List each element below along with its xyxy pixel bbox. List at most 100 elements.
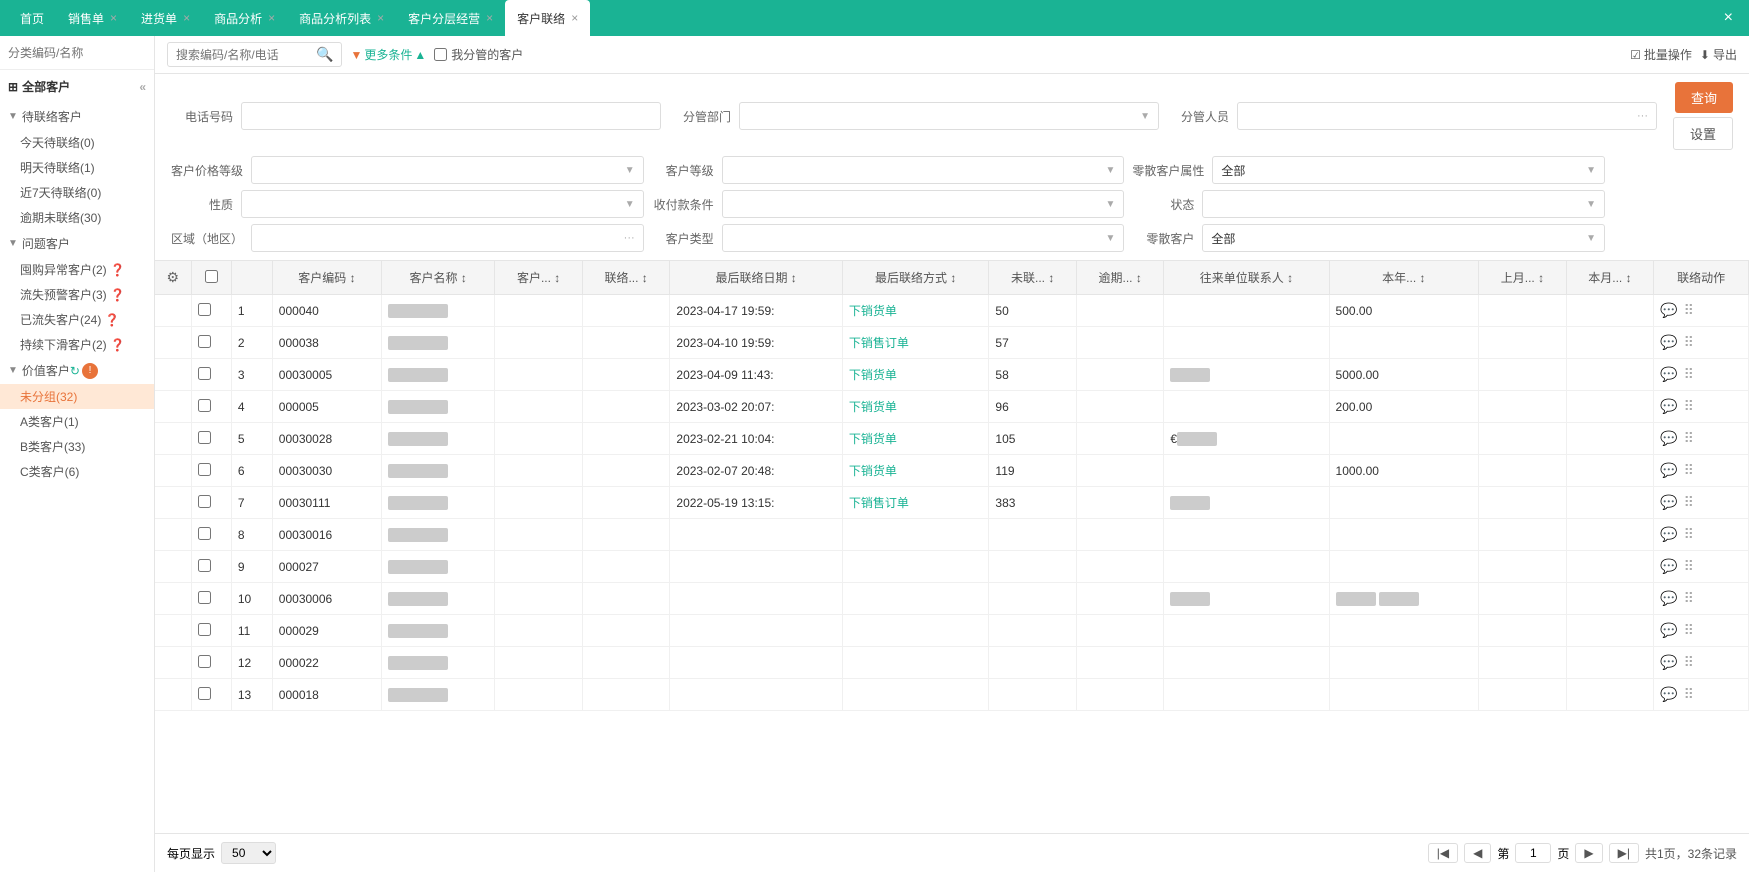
customer-grade-select[interactable]: ▼	[722, 156, 1125, 184]
col-last-month-header[interactable]: 上月... ↕	[1479, 261, 1567, 295]
payment-select[interactable]: ▼	[722, 190, 1125, 218]
col-overdue-header[interactable]: 逾期... ↕	[1076, 261, 1164, 295]
chat-icon[interactable]: 💬	[1660, 462, 1677, 479]
chat-icon[interactable]: 💬	[1660, 494, 1677, 511]
col-type-header[interactable]: 客户... ↕	[495, 261, 583, 295]
col-this-month-header[interactable]: 本月... ↕	[1566, 261, 1654, 295]
chat-icon[interactable]: 💬	[1660, 302, 1677, 319]
customer-type-select[interactable]: ▼	[722, 224, 1125, 252]
chat-icon[interactable]: 💬	[1660, 590, 1677, 607]
sidebar-item-today[interactable]: 今天待联络(0)	[0, 130, 154, 155]
select-all-checkbox[interactable]	[205, 270, 218, 283]
close-product-analysis-list-icon[interactable]: ×	[377, 11, 384, 25]
sidebar-group-problem[interactable]: ▼ 问题客户	[0, 230, 154, 257]
cell-checkbox[interactable]	[191, 359, 231, 391]
batch-operations-button[interactable]: ☑ 批量操作	[1630, 46, 1692, 63]
gear-icon[interactable]: ⚙	[166, 269, 179, 285]
contact-method-link[interactable]: 下销货单	[849, 368, 897, 382]
row-checkbox[interactable]	[198, 559, 211, 572]
row-checkbox[interactable]	[198, 335, 211, 348]
sidebar-item-overdue[interactable]: 逾期未联络(30)	[0, 205, 154, 230]
chat-icon[interactable]: 💬	[1660, 430, 1677, 447]
contact-method-link[interactable]: 下销货单	[849, 464, 897, 478]
price-grade-select[interactable]: ▼	[251, 156, 644, 184]
row-checkbox[interactable]	[198, 495, 211, 508]
sidebar-item-class-a[interactable]: A类客户(1)	[0, 409, 154, 434]
chat-icon[interactable]: 💬	[1660, 654, 1677, 671]
close-purchase-icon[interactable]: ×	[183, 11, 190, 25]
row-checkbox[interactable]	[198, 527, 211, 540]
col-code-header[interactable]: 客户编码 ↕	[272, 261, 381, 295]
sidebar-group-pending[interactable]: ▼ 待联络客户	[0, 103, 154, 130]
sidebar-item-7days[interactable]: 近7天待联络(0)	[0, 180, 154, 205]
apps-icon[interactable]: ⠿	[1684, 526, 1694, 543]
col-name-header[interactable]: 客户名称 ↕	[382, 261, 495, 295]
cell-checkbox[interactable]	[191, 679, 231, 711]
cell-checkbox[interactable]	[191, 615, 231, 647]
apps-icon[interactable]: ⠿	[1684, 494, 1694, 511]
col-no-contact-header[interactable]: 未联... ↕	[989, 261, 1077, 295]
person-select[interactable]: ···	[1237, 102, 1657, 130]
apps-icon[interactable]: ⠿	[1684, 686, 1694, 703]
apps-icon[interactable]: ⠿	[1684, 366, 1694, 383]
contact-method-link[interactable]: 下销货单	[849, 304, 897, 318]
chat-icon[interactable]: 💬	[1660, 686, 1677, 703]
sidebar-item-churned[interactable]: 已流失客户(24) ❓	[0, 307, 154, 332]
contact-method-link[interactable]: 下销售订单	[849, 336, 909, 350]
row-checkbox[interactable]	[198, 399, 211, 412]
sidebar-all-customers[interactable]: ⊞ 全部客户 «	[0, 70, 154, 103]
cell-checkbox[interactable]	[191, 423, 231, 455]
row-checkbox[interactable]	[198, 431, 211, 444]
region-select[interactable]: ···	[251, 224, 644, 252]
prev-page-button[interactable]: ◀	[1464, 843, 1491, 863]
chat-icon[interactable]: 💬	[1660, 366, 1677, 383]
retail-customer-select[interactable]: 全部▼	[1202, 224, 1605, 252]
row-checkbox[interactable]	[198, 623, 211, 636]
filter-search-input[interactable]	[176, 48, 316, 62]
status-select[interactable]: ▼	[1202, 190, 1605, 218]
cell-checkbox[interactable]	[191, 487, 231, 519]
dept-select[interactable]: ▼	[739, 102, 1159, 130]
last-page-button[interactable]: ▶|	[1609, 843, 1639, 863]
apps-icon[interactable]: ⠿	[1684, 302, 1694, 319]
col-checkbox-header[interactable]	[191, 261, 231, 295]
sidebar-search-input[interactable]	[8, 46, 155, 60]
tab-customer-contact[interactable]: 客户联络 ×	[505, 0, 590, 36]
filter-more-conditions[interactable]: ▼ 更多条件 ▲	[350, 46, 426, 63]
tab-product-analysis[interactable]: 商品分析 ×	[202, 0, 287, 36]
tab-customer-stratify[interactable]: 客户分层经营 ×	[396, 0, 505, 36]
apps-icon[interactable]: ⠿	[1684, 590, 1694, 607]
contact-method-link[interactable]: 下销售订单	[849, 496, 909, 510]
sidebar-item-ungrouped[interactable]: 未分组(32)	[0, 384, 154, 409]
row-checkbox[interactable]	[198, 591, 211, 604]
sidebar-item-class-b[interactable]: B类客户(33)	[0, 434, 154, 459]
sidebar-item-class-c[interactable]: C类客户(6)	[0, 459, 154, 484]
row-checkbox[interactable]	[198, 463, 211, 476]
contact-method-link[interactable]: 下销货单	[849, 432, 897, 446]
cell-checkbox[interactable]	[191, 391, 231, 423]
export-button[interactable]: ⬇ 导出	[1700, 46, 1737, 63]
col-settings[interactable]: ⚙	[155, 261, 191, 295]
sidebar-item-tomorrow[interactable]: 明天待联络(1)	[0, 155, 154, 180]
row-checkbox[interactable]	[198, 655, 211, 668]
tab-product-analysis-list[interactable]: 商品分析列表 ×	[287, 0, 396, 36]
reset-button[interactable]: 设置	[1673, 117, 1733, 150]
next-page-button[interactable]: ▶	[1575, 843, 1602, 863]
chat-icon[interactable]: 💬	[1660, 526, 1677, 543]
close-customer-stratify-icon[interactable]: ×	[486, 11, 493, 25]
col-contact-header[interactable]: 联络... ↕	[582, 261, 670, 295]
tab-sales[interactable]: 销售单 ×	[56, 0, 129, 36]
chat-icon[interactable]: 💬	[1660, 558, 1677, 575]
row-checkbox[interactable]	[198, 303, 211, 316]
filter-search-icon[interactable]: 🔍	[316, 46, 333, 63]
chat-icon[interactable]: 💬	[1660, 334, 1677, 351]
apps-icon[interactable]: ⠿	[1684, 430, 1694, 447]
chat-icon[interactable]: 💬	[1660, 622, 1677, 639]
first-page-button[interactable]: |◀	[1428, 843, 1458, 863]
close-sales-icon[interactable]: ×	[110, 11, 117, 25]
apps-icon[interactable]: ⠿	[1684, 462, 1694, 479]
sidebar-group-value[interactable]: ▼ 价值客户 ↻ !	[0, 357, 154, 384]
cell-checkbox[interactable]	[191, 647, 231, 679]
row-checkbox[interactable]	[198, 367, 211, 380]
nature-select[interactable]: ▼	[241, 190, 644, 218]
